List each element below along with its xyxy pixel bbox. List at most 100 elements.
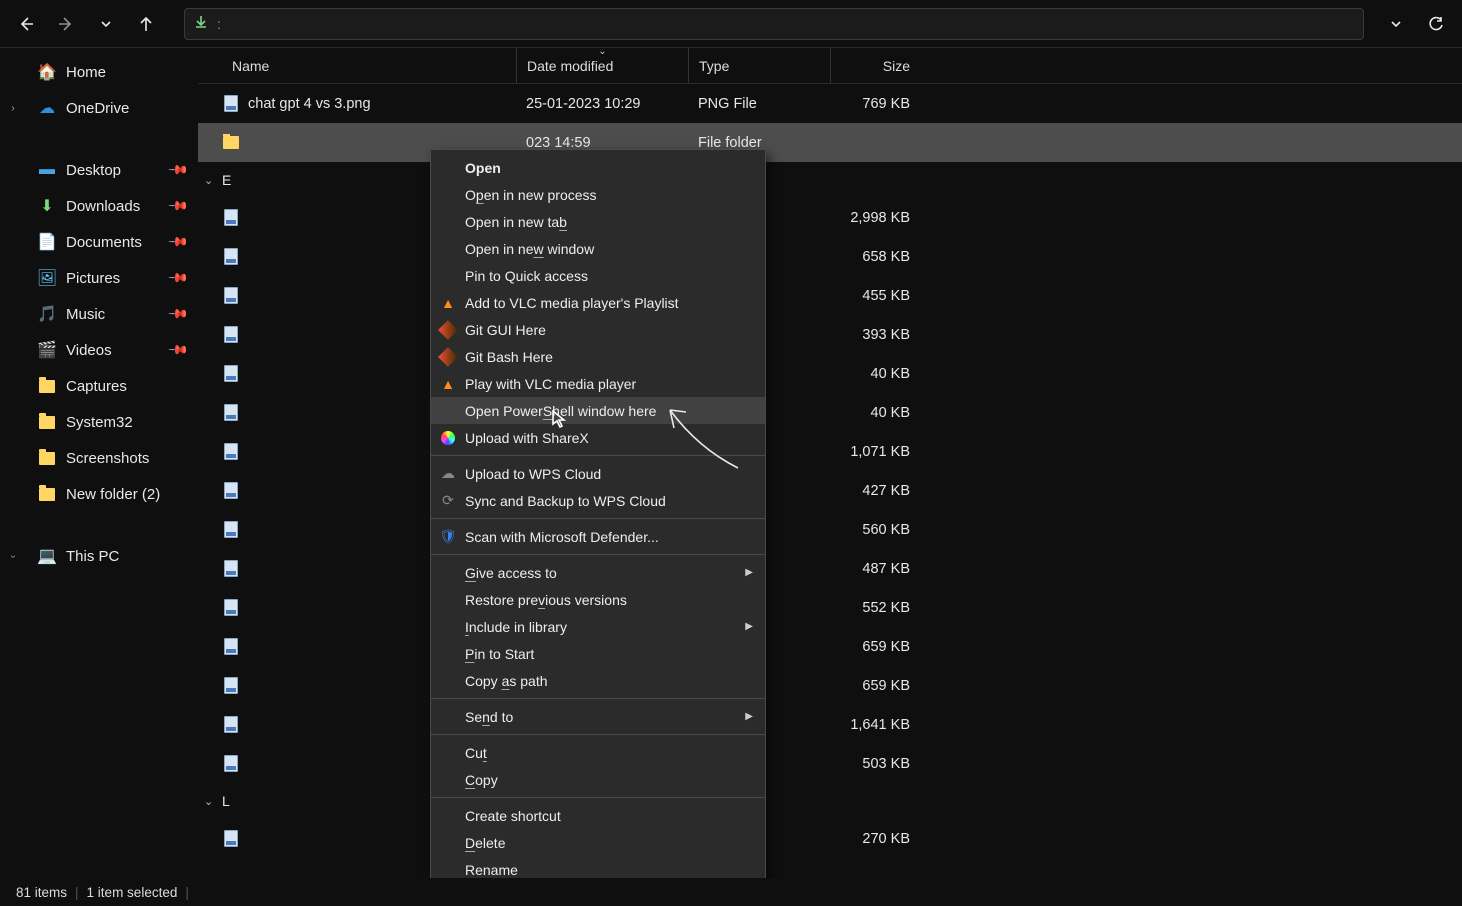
file-row[interactable]: 023 06:26PNG File393 KB [198, 315, 1462, 354]
column-name[interactable]: Name [222, 48, 516, 83]
address-bar[interactable]: : [184, 8, 1364, 40]
git-icon [439, 321, 457, 339]
sidebar-item-captures[interactable]: Captures [0, 368, 198, 404]
download-icon: ⬇ [38, 197, 56, 215]
sidebar-item-music[interactable]: 🎵Music📌 [0, 296, 198, 332]
pc-icon: 💻 [38, 547, 56, 565]
file-row[interactable]: 023 02:17PNG File487 KB [198, 549, 1462, 588]
menu-item-play-with-vlc-media-player[interactable]: ▲Play with VLC media player [431, 370, 765, 397]
context-menu: OpenOpen in new processOpen in new tabOp… [430, 149, 766, 878]
menu-item-delete[interactable]: Delete [431, 829, 765, 856]
menu-item-label: Create shortcut [465, 808, 561, 824]
pin-icon: 📌 [167, 303, 190, 326]
sidebar-item-system32[interactable]: System32 [0, 404, 198, 440]
file-row[interactable]: 023 01:42PNG File659 KB [198, 627, 1462, 666]
menu-item-send-to[interactable]: Send to▶ [431, 703, 765, 730]
toolbar: : [0, 0, 1462, 48]
file-row[interactable]: 023 01:41PNG File1,641 KB [198, 705, 1462, 744]
file-icon [222, 677, 240, 695]
file-row[interactable]: 023 06:26PNG File40 KB [198, 354, 1462, 393]
sidebar-item-label: Documents [66, 234, 142, 251]
menu-item-label: Open PowerShell window here [465, 403, 656, 419]
up-button[interactable] [128, 6, 164, 42]
video-icon: 🎬 [38, 341, 56, 359]
menu-item-restore-previous-versions[interactable]: Restore previous versions [431, 586, 765, 613]
menu-item-copy[interactable]: Copy [431, 766, 765, 793]
chevron-down-icon[interactable]: › [8, 549, 19, 563]
file-row[interactable]: 023 02:47PNG File560 KB [198, 510, 1462, 549]
menu-item-label: Scan with Microsoft Defender... [465, 529, 659, 545]
menu-item-rename[interactable]: Rename [431, 856, 765, 878]
file-size: 40 KB [830, 366, 920, 382]
pin-icon: 📌 [167, 195, 190, 218]
sidebar-item-downloads[interactable]: ⬇Downloads📌 [0, 188, 198, 224]
file-row[interactable]: 023 06:46PNG File455 KB [198, 276, 1462, 315]
file-icon [222, 209, 240, 227]
file-row[interactable]: 023 02:01PNG File552 KB [198, 588, 1462, 627]
menu-item-open-in-new-tab[interactable]: Open in new tab [431, 208, 765, 235]
menu-item-cut[interactable]: Cut [431, 739, 765, 766]
back-button[interactable] [8, 6, 44, 42]
menu-item-include-in-library[interactable]: Include in library▶ [431, 613, 765, 640]
menu-item-pin-to-start[interactable]: Pin to Start [431, 640, 765, 667]
file-row[interactable]: 023 03:13PNG File427 KB [198, 471, 1462, 510]
sidebar-thispc[interactable]: › 💻 This PC [0, 538, 198, 574]
file-size: 1,641 KB [830, 717, 920, 733]
menu-item-git-gui-here[interactable]: Git GUI Here [431, 316, 765, 343]
recent-dropdown[interactable] [88, 6, 124, 42]
file-row[interactable]: 023 03:40PNG File1,071 KB [198, 432, 1462, 471]
menu-item-pin-to-quick-access[interactable]: Pin to Quick access [431, 262, 765, 289]
file-row[interactable]: 023 14:59File folder [198, 123, 1462, 162]
menu-item-upload-to-wps-cloud[interactable]: ☁Upload to WPS Cloud [431, 460, 765, 487]
sidebar-item-pictures[interactable]: 🖼Pictures📌 [0, 260, 198, 296]
file-row[interactable]: 023 16:12PNG File270 KB [198, 819, 1462, 858]
menu-item-create-shortcut[interactable]: Create shortcut [431, 802, 765, 829]
menu-item-label: Copy [465, 772, 498, 788]
menu-item-open-powershell-window-here[interactable]: Open PowerShell window here [431, 397, 765, 424]
menu-separator [431, 698, 765, 699]
sidebar-item-screenshots[interactable]: Screenshots [0, 440, 198, 476]
file-size: 2,998 KB [830, 210, 920, 226]
file-row[interactable]: 023 01:22PNG File503 KB [198, 744, 1462, 783]
menu-item-open-in-new-window[interactable]: Open in new window [431, 235, 765, 262]
sidebar-item-new-folder-2-[interactable]: New folder (2) [0, 476, 198, 512]
chevron-right-icon[interactable]: › [6, 103, 20, 114]
file-row[interactable]: 023 06:26PNG File40 KB [198, 393, 1462, 432]
file-icon [222, 755, 240, 773]
file-row[interactable]: 023 18:52JPG File2,998 KB [198, 198, 1462, 237]
menu-item-open-in-new-process[interactable]: Open in new process [431, 181, 765, 208]
menu-item-add-to-vlc-media-player-s-playlist[interactable]: ▲Add to VLC media player's Playlist [431, 289, 765, 316]
menu-item-open[interactable]: Open [431, 154, 765, 181]
file-size: 659 KB [830, 639, 920, 655]
menu-separator [431, 455, 765, 456]
music-icon: 🎵 [38, 305, 56, 323]
file-icon [222, 560, 240, 578]
cloud-icon: ☁ [439, 465, 457, 483]
address-dropdown[interactable] [1378, 6, 1414, 42]
sidebar-item-label: Captures [66, 378, 127, 395]
menu-item-scan-with-microsoft-defender[interactable]: 🛡Scan with Microsoft Defender... [431, 523, 765, 550]
sidebar-item-desktop[interactable]: ▬Desktop📌 [0, 152, 198, 188]
sidebar-item-documents[interactable]: 📄Documents📌 [0, 224, 198, 260]
menu-item-upload-with-sharex[interactable]: Upload with ShareX [431, 424, 765, 451]
menu-item-give-access-to[interactable]: Give access to▶ [431, 559, 765, 586]
menu-item-git-bash-here[interactable]: Git Bash Here [431, 343, 765, 370]
forward-button[interactable] [48, 6, 84, 42]
vlc-icon: ▲ [439, 294, 457, 312]
menu-item-copy-as-path[interactable]: Copy as path [431, 667, 765, 694]
vlc-icon: ▲ [439, 375, 457, 393]
group-header[interactable]: ⌄E [198, 162, 1462, 198]
file-row[interactable]: 023 01:42PNG File659 KB [198, 666, 1462, 705]
sidebar-onedrive[interactable]: › ☁ OneDrive [0, 90, 198, 126]
menu-item-sync-and-backup-to-wps-cloud[interactable]: ⟳Sync and Backup to WPS Cloud [431, 487, 765, 514]
sidebar-home[interactable]: 🏠 Home [0, 54, 198, 90]
sort-arrow-icon: ⌄ [598, 48, 606, 57]
column-date[interactable]: ⌄ Date modified [516, 48, 688, 83]
refresh-button[interactable] [1418, 6, 1454, 42]
column-type[interactable]: Type [688, 48, 830, 83]
file-row[interactable]: 023 07:07PNG File658 KB [198, 237, 1462, 276]
group-header[interactable]: ⌄L [198, 783, 1462, 819]
sidebar-item-videos[interactable]: 🎬Videos📌 [0, 332, 198, 368]
column-size[interactable]: Size [830, 48, 920, 83]
file-row[interactable]: chat gpt 4 vs 3.png25-01-2023 10:29PNG F… [198, 84, 1462, 123]
